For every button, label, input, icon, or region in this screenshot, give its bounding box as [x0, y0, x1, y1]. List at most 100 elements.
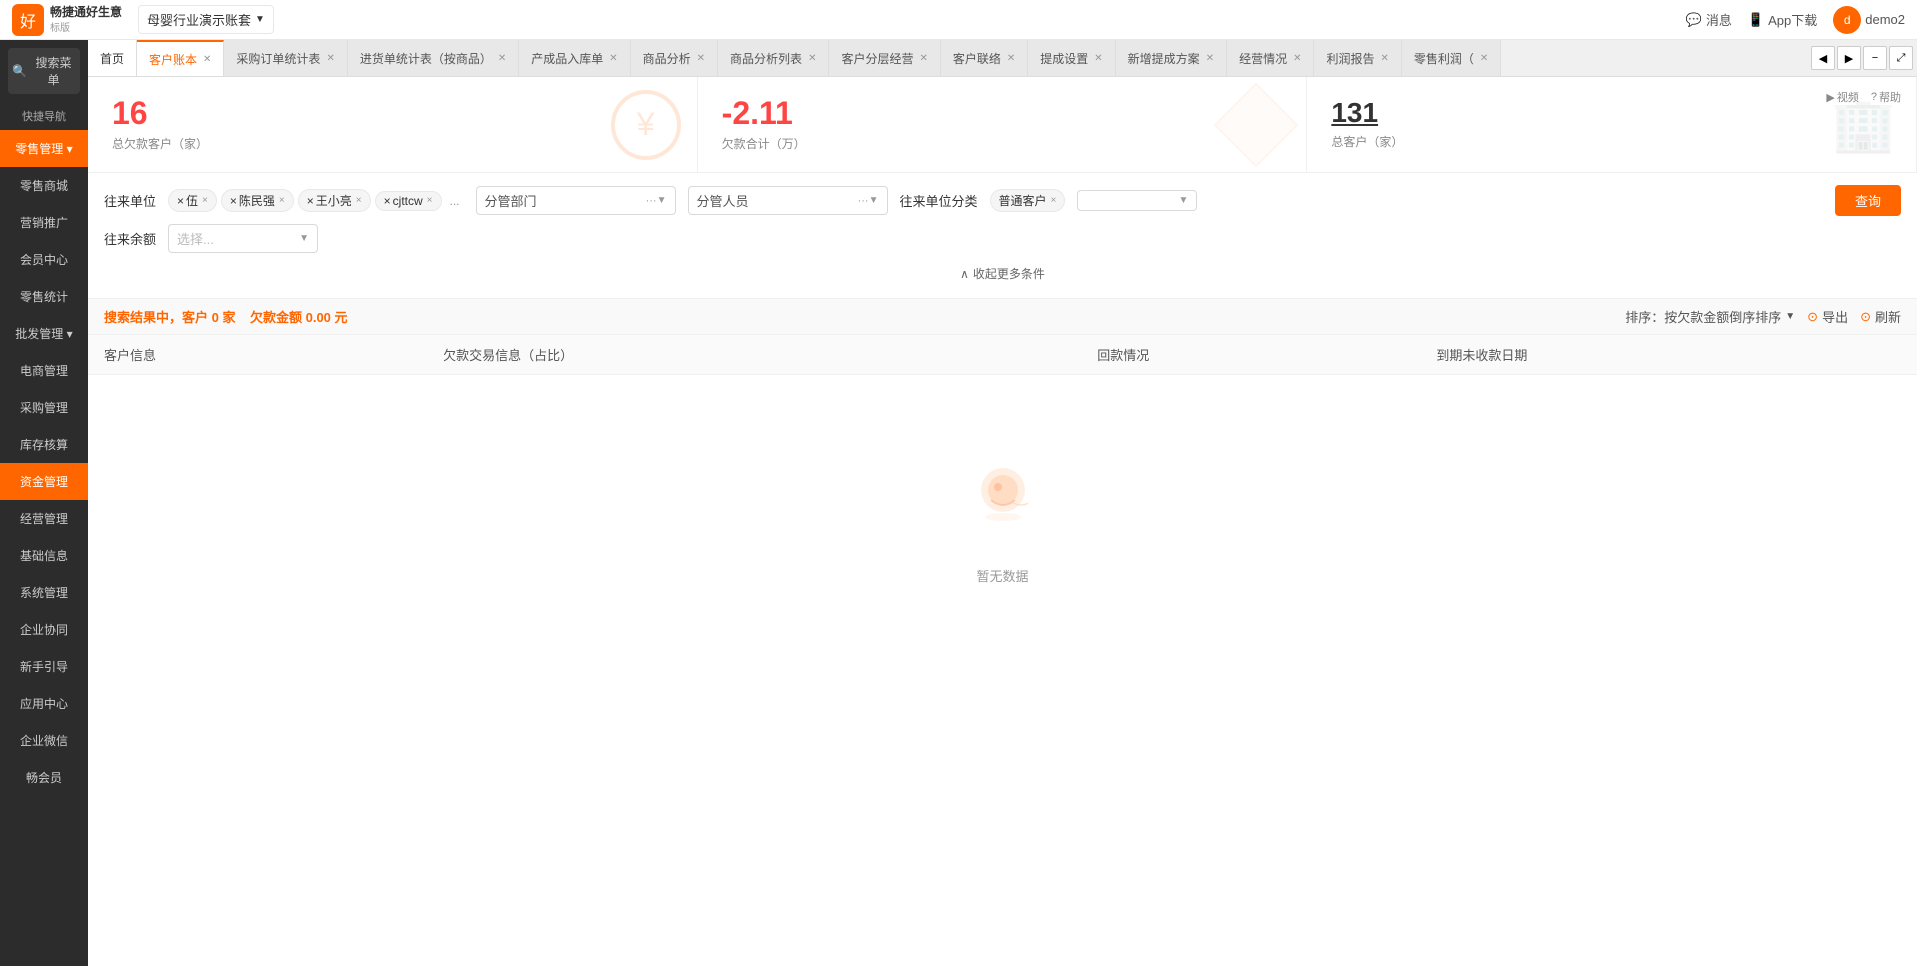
- content-area: ¥ 16 总欠款客户（家） -2.11 欠款合计（万）: [88, 77, 1917, 966]
- search-menu-button[interactable]: 🔍 搜索菜单: [8, 48, 80, 94]
- tab-purchase-order[interactable]: 采购订单统计表 ✕: [224, 40, 347, 76]
- tab-minimize-button[interactable]: −: [1863, 46, 1887, 70]
- video-help-button[interactable]: ▶ 视频: [1826, 89, 1858, 105]
- dept-filter[interactable]: 分管部门 ··· ▼: [476, 186, 676, 215]
- tab-prev-button[interactable]: ◀: [1811, 46, 1835, 70]
- table-head: 客户信息 欠款交易信息（占比） 回款情况 到期未收款日期: [88, 335, 1917, 375]
- person-more-icon: ···: [858, 195, 869, 207]
- tab-close-profit[interactable]: ✕: [1381, 53, 1389, 64]
- tab-expand-button[interactable]: ⤢: [1889, 46, 1913, 70]
- tab-customer-segment[interactable]: 客户分层经营 ✕: [829, 40, 940, 76]
- tab-next-button[interactable]: ▶: [1837, 46, 1861, 70]
- sidebar-item-operation[interactable]: 经营管理: [0, 500, 88, 537]
- unit-filter-label: 往来单位: [104, 191, 156, 210]
- sort-selector[interactable]: 排序：按欠款金额倒序排序 ▼: [1625, 307, 1795, 326]
- filter-tag-chen[interactable]: × 陈民强 ×: [221, 189, 294, 212]
- results-bar: 搜索结果中，客户 0 家 欠款金额 0.00 元 排序：按欠款金额倒序排序 ▼: [88, 299, 1917, 335]
- stat-values-total: 131 总客户（家）: [1331, 99, 1403, 150]
- tab-close-retail[interactable]: ✕: [1480, 53, 1488, 64]
- filter-tag-wu[interactable]: × 伍 ×: [168, 189, 217, 212]
- stat-help-buttons: ▶ 视频 ? 帮助: [1826, 89, 1901, 105]
- sidebar-item-retail-mall[interactable]: 零售商城: [0, 167, 88, 204]
- sidebar-item-inventory[interactable]: 库存核算: [0, 426, 88, 463]
- tab-retail-profit[interactable]: 零售利润（ ✕: [1402, 40, 1501, 76]
- tab-goods-analysis[interactable]: 商品分析 ✕: [631, 40, 718, 76]
- message-button[interactable]: 💬 消息: [1686, 10, 1732, 29]
- tab-customer-contact[interactable]: 客户联络 ✕: [941, 40, 1028, 76]
- tab-accounts[interactable]: 客户账本 ✕: [137, 40, 224, 76]
- dept-more-icon: ···: [646, 195, 657, 207]
- query-button[interactable]: 查询: [1835, 185, 1901, 216]
- tab-profit[interactable]: 利润报告 ✕: [1314, 40, 1401, 76]
- sidebar-item-finance[interactable]: 资金管理: [0, 463, 88, 500]
- export-button[interactable]: ⊙ 导出: [1807, 307, 1848, 326]
- user-profile[interactable]: d demo2: [1833, 6, 1905, 34]
- filter-tags-more[interactable]: ...: [446, 192, 464, 210]
- empty-state: 暂无数据: [88, 375, 1917, 665]
- app-download-button[interactable]: 📱 App下载: [1748, 10, 1817, 29]
- remove-tag-chen[interactable]: ×: [279, 195, 285, 206]
- sidebar-item-enterprise-collab[interactable]: 企业协同: [0, 611, 88, 648]
- results-actions: 排序：按欠款金额倒序排序 ▼ ⊙ 导出 ⊙ 刷新: [1625, 307, 1901, 326]
- sidebar-item-system[interactable]: 系统管理: [0, 574, 88, 611]
- filter-tag-cjttcw[interactable]: × cjttcw ×: [375, 191, 442, 211]
- category-dropdown[interactable]: ▼: [1077, 190, 1197, 211]
- category-filter-tags: 普通客户 ×: [990, 189, 1066, 212]
- stat-label-customers: 总欠款客户（家）: [112, 135, 208, 152]
- sidebar-item-app-center[interactable]: 应用中心: [0, 685, 88, 722]
- main-layout: 🔍 搜索菜单 快捷导航 零售管理 ▾ 零售商城 营销推广 会员中心 零售统计 批…: [0, 40, 1917, 966]
- sidebar-item-member-center[interactable]: 会员中心: [0, 241, 88, 278]
- tab-raise-settings[interactable]: 提成设置 ✕: [1028, 40, 1115, 76]
- refresh-button[interactable]: ⊙ 刷新: [1860, 307, 1901, 326]
- tab-operation[interactable]: 经营情况 ✕: [1227, 40, 1314, 76]
- balance-chevron-icon: ▼: [299, 233, 309, 244]
- sidebar-item-basic-info[interactable]: 基础信息: [0, 537, 88, 574]
- tab-product-inbound[interactable]: 产成品入库单 ✕: [519, 40, 630, 76]
- tab-close-accounts[interactable]: ✕: [203, 54, 211, 65]
- person-filter[interactable]: 分管人员 ··· ▼: [688, 186, 888, 215]
- collapse-button[interactable]: ∧ 收起更多条件: [960, 261, 1045, 286]
- sidebar-item-ecommerce[interactable]: 电商管理: [0, 352, 88, 389]
- remove-tag-normal[interactable]: ×: [1051, 195, 1057, 206]
- sidebar-item-enterprise-wechat[interactable]: 企业微信: [0, 722, 88, 759]
- sidebar-item-retail-mgmt[interactable]: 零售管理 ▾: [0, 130, 88, 167]
- tab-close-goods[interactable]: ✕: [697, 53, 705, 64]
- page-content: ¥ 16 总欠款客户（家） -2.11 欠款合计（万）: [88, 77, 1917, 966]
- stat-number-customers: 16: [112, 97, 208, 129]
- video-icon: ▶: [1826, 91, 1834, 104]
- stat-label-amount: 欠款合计（万）: [722, 135, 806, 152]
- tab-close-inbound[interactable]: ✕: [498, 53, 506, 64]
- tab-close-new-raise[interactable]: ✕: [1206, 53, 1214, 64]
- sidebar-item-purchase[interactable]: 采购管理: [0, 389, 88, 426]
- remove-tag-wu[interactable]: ×: [202, 195, 208, 206]
- industry-selector[interactable]: 母婴行业演示账套 ▼: [138, 5, 274, 34]
- tab-close-raise[interactable]: ✕: [1094, 53, 1102, 64]
- sidebar-item-wholesale[interactable]: 批发管理 ▾: [0, 315, 88, 352]
- top-bar-left: 好 畅捷通好生意 标版 母婴行业演示账套 ▼: [12, 4, 274, 36]
- tab-goods-list[interactable]: 商品分析列表 ✕: [718, 40, 829, 76]
- tab-close-goods-list[interactable]: ✕: [808, 53, 816, 64]
- chevron-up-icon: ∧: [960, 267, 969, 281]
- sidebar-item-new-guide[interactable]: 新手引导: [0, 648, 88, 685]
- remove-tag-cjttcw[interactable]: ×: [427, 195, 433, 206]
- tab-close-operation[interactable]: ✕: [1293, 53, 1301, 64]
- filter-tag-normal-customer[interactable]: 普通客户 ×: [990, 189, 1066, 212]
- filter-tag-wang[interactable]: × 王小亮 ×: [298, 189, 371, 212]
- sidebar-item-marketing[interactable]: 营销推广: [0, 204, 88, 241]
- help-button[interactable]: ? 帮助: [1871, 89, 1901, 105]
- tab-new-raise[interactable]: 新增提成方案 ✕: [1116, 40, 1227, 76]
- tab-close-product[interactable]: ✕: [609, 53, 617, 64]
- tab-close-purchase[interactable]: ✕: [326, 53, 334, 64]
- sidebar-quick-nav[interactable]: 快捷导航: [0, 102, 88, 130]
- filter-section: 往来单位 × 伍 × × 陈民强 ×: [88, 173, 1917, 299]
- tab-close-segment[interactable]: ✕: [919, 53, 927, 64]
- tab-inbound-stats[interactable]: 进货单统计表（按商品） ✕: [348, 40, 519, 76]
- remove-tag-wang[interactable]: ×: [356, 195, 362, 206]
- sidebar-item-retail-stats[interactable]: 零售统计: [0, 278, 88, 315]
- stat-bg-icon-amount: [1226, 95, 1286, 155]
- tab-close-contact[interactable]: ✕: [1007, 53, 1015, 64]
- sidebar-item-chang-member[interactable]: 畅会员: [0, 759, 88, 796]
- right-panel: 首页 客户账本 ✕ 采购订单统计表 ✕ 进货单统计表（按商品） ✕ 产成品入库单…: [88, 40, 1917, 966]
- balance-filter[interactable]: 选择... ▼: [168, 224, 318, 253]
- tab-home[interactable]: 首页: [88, 40, 137, 76]
